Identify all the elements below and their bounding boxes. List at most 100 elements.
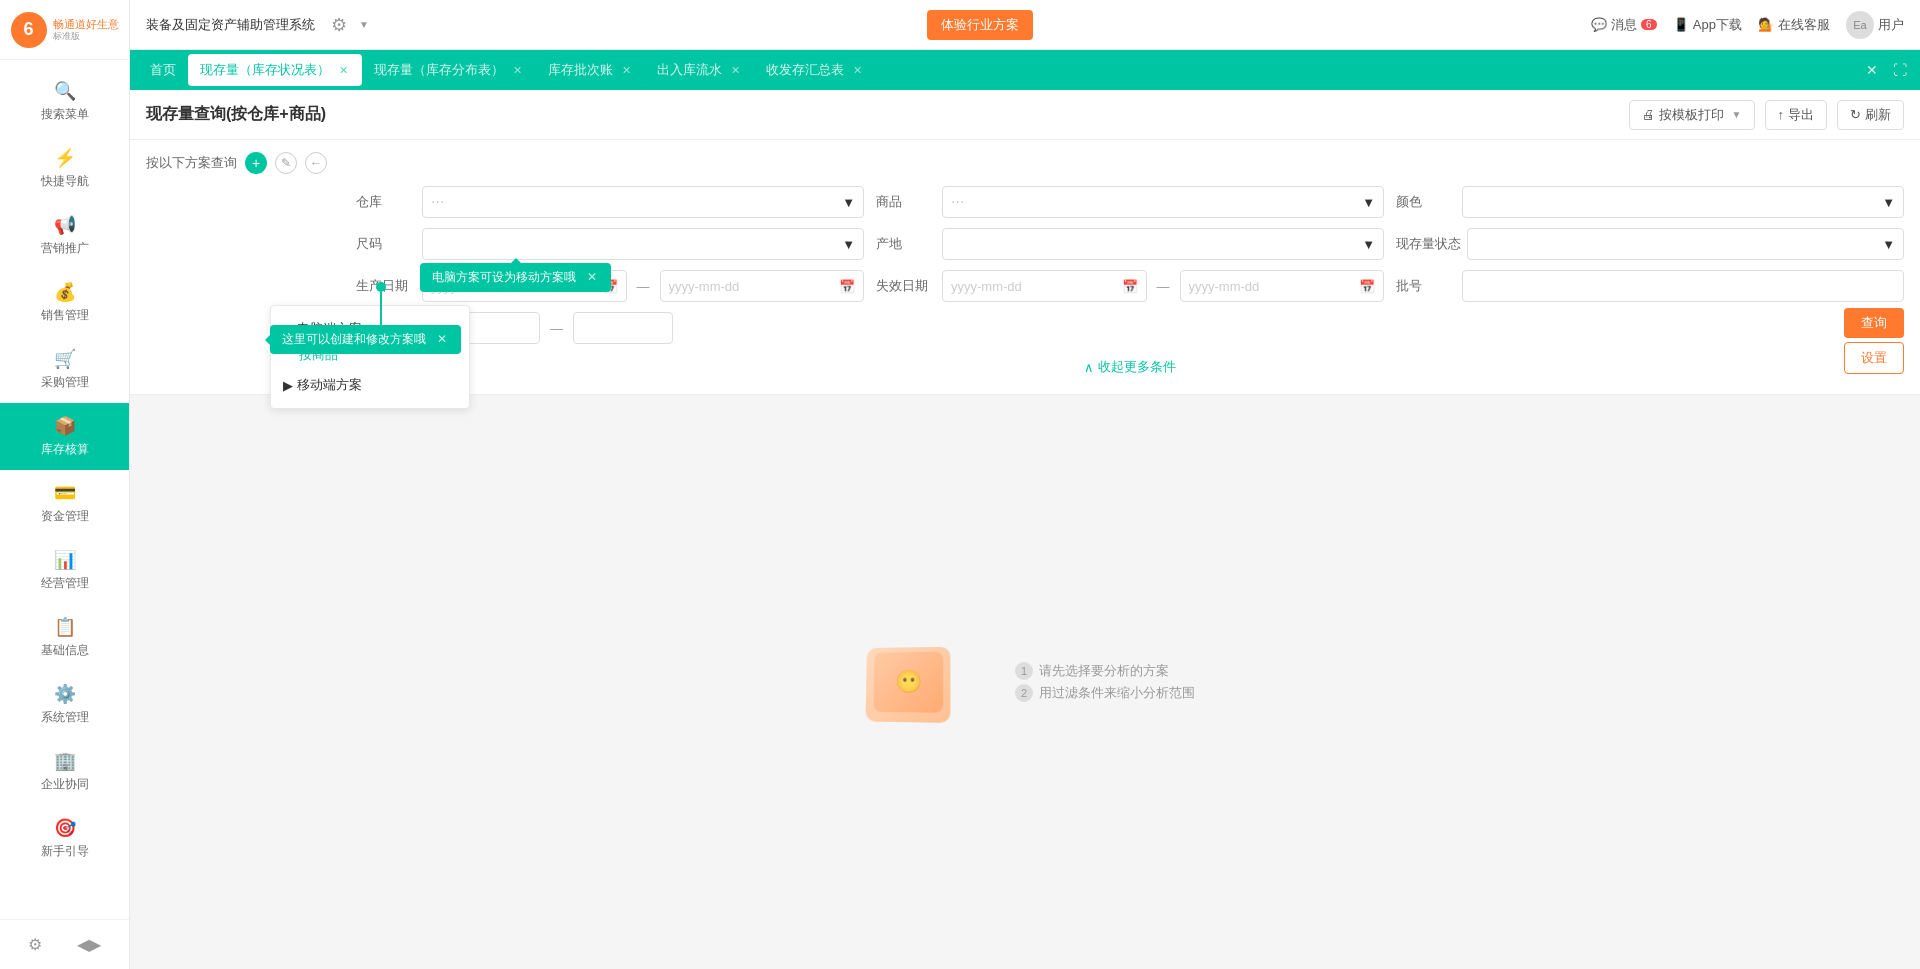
guide-icon: 🎯 xyxy=(54,817,76,839)
try-industry-btn[interactable]: 体验行业方案 xyxy=(927,10,1033,40)
tab-bar: 首页 现存量（库存状况表） ✕ 现存量（库存分布表） ✕ 库存批次账 ✕ 出入库… xyxy=(130,50,1920,90)
sidebar-item-inventory[interactable]: 📦 库存核算 xyxy=(0,403,129,470)
size-dropdown-icon: ▼ xyxy=(842,237,855,252)
expiry-date-label: 失效日期 xyxy=(876,277,936,295)
prod-date-end[interactable]: yyyy-mm-dd 📅 xyxy=(660,270,865,302)
page-title-bar: 现存量查询(按仓库+商品) 🖨 按模板打印 ▼ ↑ 导出 ↻ 刷新 xyxy=(130,90,1920,140)
tooltip-pc-to-mobile: 电脑方案可设为移动方案哦 ✕ xyxy=(420,263,611,292)
expiry-date-start[interactable]: yyyy-mm-dd 📅 xyxy=(942,270,1147,302)
tooltip-mid-close-btn[interactable]: ✕ xyxy=(435,332,449,346)
quicknav-icon: ⚡ xyxy=(54,147,76,169)
print-icon: 🖨 xyxy=(1642,107,1655,122)
product-dots: ··· xyxy=(951,193,964,211)
product-select[interactable]: ··· ▼ xyxy=(942,186,1384,218)
warehouse-select[interactable]: ··· ▼ xyxy=(422,186,864,218)
filter-field-warehouse: 仓库 ··· ▼ xyxy=(356,186,864,218)
mobile-scheme-group: ▶ 移动端方案 xyxy=(271,370,469,400)
color-select[interactable]: ▼ xyxy=(1462,186,1904,218)
calendar-icon: 📅 xyxy=(839,279,855,294)
tab-inventory-dist[interactable]: 现存量（库存分布表） ✕ xyxy=(362,54,536,86)
tab-flow[interactable]: 出入库流水 ✕ xyxy=(645,54,754,86)
sidebar-item-label: 营销推广 xyxy=(41,240,89,257)
tab-inventory-status[interactable]: 现存量（库存状况表） ✕ xyxy=(188,54,362,86)
print-chevron-icon: ▼ xyxy=(1732,109,1742,120)
scheme-panel: ▶ 电脑端方案 按商品 ▶ 移动端方案 xyxy=(270,305,470,409)
sidebar-item-label: 新手引导 xyxy=(41,843,89,860)
sidebar-bottom: ⚙ ◀▶ xyxy=(0,919,129,969)
calendar-icon: 📅 xyxy=(1122,279,1138,294)
add-scheme-btn[interactable]: + xyxy=(245,152,267,174)
template-print-btn[interactable]: 🖨 按模板打印 ▼ xyxy=(1629,100,1755,130)
phone-icon: 📱 xyxy=(1673,17,1689,32)
sidebar-item-finance[interactable]: 💳 资金管理 xyxy=(0,470,129,537)
logo-text-main: 畅通道好生意 xyxy=(53,17,119,31)
top-header: 装备及固定资产辅助管理系统 ⚙ ▼ 体验行业方案 💬 消息 6 📱 App下载 … xyxy=(130,0,1920,50)
refresh-btn[interactable]: ↻ 刷新 xyxy=(1837,100,1904,130)
origin-label: 产地 xyxy=(876,235,936,253)
logo-area: 6 畅通道好生意 标准版 xyxy=(0,0,129,60)
color-dropdown-icon: ▼ xyxy=(1882,195,1895,210)
sidebar-item-sales[interactable]: 💰 销售管理 xyxy=(0,269,129,336)
sidebar-item-quicknav[interactable]: ⚡ 快捷导航 xyxy=(0,135,129,202)
sidebar-item-guide[interactable]: 🎯 新手引导 xyxy=(0,805,129,872)
batch-label: 批号 xyxy=(1396,277,1456,295)
tab-close-icon[interactable]: ✕ xyxy=(619,63,633,77)
fullscreen-btn[interactable]: ⛶ xyxy=(1888,58,1912,82)
app-download-btn[interactable]: 📱 App下载 xyxy=(1673,16,1742,34)
page-title: 现存量查询(按仓库+商品) xyxy=(146,104,326,125)
online-service-btn[interactable]: 💁 在线客服 xyxy=(1758,16,1830,34)
reset-btn[interactable]: 设置 xyxy=(1844,342,1904,374)
tab-collect[interactable]: 收发存汇总表 ✕ xyxy=(754,54,876,86)
size-label: 尺码 xyxy=(356,235,416,253)
sidebar-item-enterprise[interactable]: 🏢 企业协同 xyxy=(0,738,129,805)
user-area[interactable]: Ea 用户 xyxy=(1846,11,1904,39)
origin-select[interactable]: ▼ xyxy=(942,228,1384,260)
expiry-date-end[interactable]: yyyy-mm-dd 📅 xyxy=(1180,270,1385,302)
message-icon: 💬 xyxy=(1591,17,1607,32)
close-all-tabs-btn[interactable]: ✕ xyxy=(1860,58,1884,82)
sidebar-item-label: 企业协同 xyxy=(41,776,89,793)
stock-qty-end[interactable] xyxy=(573,312,673,344)
sidebar-item-basic[interactable]: 📋 基础信息 xyxy=(0,604,129,671)
tooltip-close-btn[interactable]: ✕ xyxy=(585,270,599,284)
calendar-icon: 📅 xyxy=(1359,279,1375,294)
back-scheme-btn[interactable]: ← xyxy=(305,152,327,174)
tab-close-icon[interactable]: ✕ xyxy=(510,63,524,77)
sidebar-item-purchase[interactable]: 🛒 采购管理 xyxy=(0,336,129,403)
system-settings-icon[interactable]: ⚙ xyxy=(331,14,347,36)
query-btn[interactable]: 查询 xyxy=(1844,308,1904,338)
app-download-label: App下载 xyxy=(1693,16,1742,34)
tab-label: 现存量（库存状况表） xyxy=(200,61,330,79)
tab-close-icon[interactable]: ✕ xyxy=(728,63,742,77)
tab-batch[interactable]: 库存批次账 ✕ xyxy=(536,54,645,86)
warehouse-dots: ··· xyxy=(431,193,444,211)
tab-close-icon[interactable]: ✕ xyxy=(850,63,864,77)
message-btn[interactable]: 💬 消息 6 xyxy=(1591,16,1657,34)
stock-status-select[interactable]: ▼ xyxy=(1467,228,1904,260)
system-dropdown-icon[interactable]: ▼ xyxy=(359,19,369,30)
collapse-sidebar-btn[interactable]: ◀▶ xyxy=(77,935,101,954)
edit-scheme-btn[interactable]: ✎ xyxy=(275,152,297,174)
mobile-scheme-title[interactable]: ▶ 移动端方案 xyxy=(271,372,469,398)
marketing-icon: 📢 xyxy=(54,214,76,236)
export-btn[interactable]: ↑ 导出 xyxy=(1765,100,1828,130)
tab-home[interactable]: 首页 xyxy=(138,54,188,86)
settings-btn[interactable]: ⚙ xyxy=(28,935,42,954)
filter-label: 按以下方案查询 xyxy=(146,154,237,172)
warehouse-dropdown-icon: ▼ xyxy=(842,195,855,210)
sidebar-item-label: 经营管理 xyxy=(41,575,89,592)
stock-status-dropdown-icon: ▼ xyxy=(1882,237,1895,252)
batch-input[interactable] xyxy=(1462,270,1904,302)
sidebar-item-label: 快捷导航 xyxy=(41,173,89,190)
collapse-filter-btn[interactable]: ∧ 收起更多条件 xyxy=(356,352,1904,382)
tab-close-icon[interactable]: ✕ xyxy=(336,63,350,77)
sales-icon: 💰 xyxy=(54,281,76,303)
user-label: 用户 xyxy=(1878,16,1904,34)
sidebar-item-system[interactable]: ⚙️ 系统管理 xyxy=(0,671,129,738)
search-btn-group: 查询 设置 xyxy=(1844,308,1904,374)
sidebar-item-marketing[interactable]: 📢 营销推广 xyxy=(0,202,129,269)
message-badge: 6 xyxy=(1641,19,1657,30)
sidebar-item-operations[interactable]: 📊 经营管理 xyxy=(0,537,129,604)
size-select[interactable]: ▼ xyxy=(422,228,864,260)
sidebar-item-search[interactable]: 🔍 搜索菜单 xyxy=(0,68,129,135)
